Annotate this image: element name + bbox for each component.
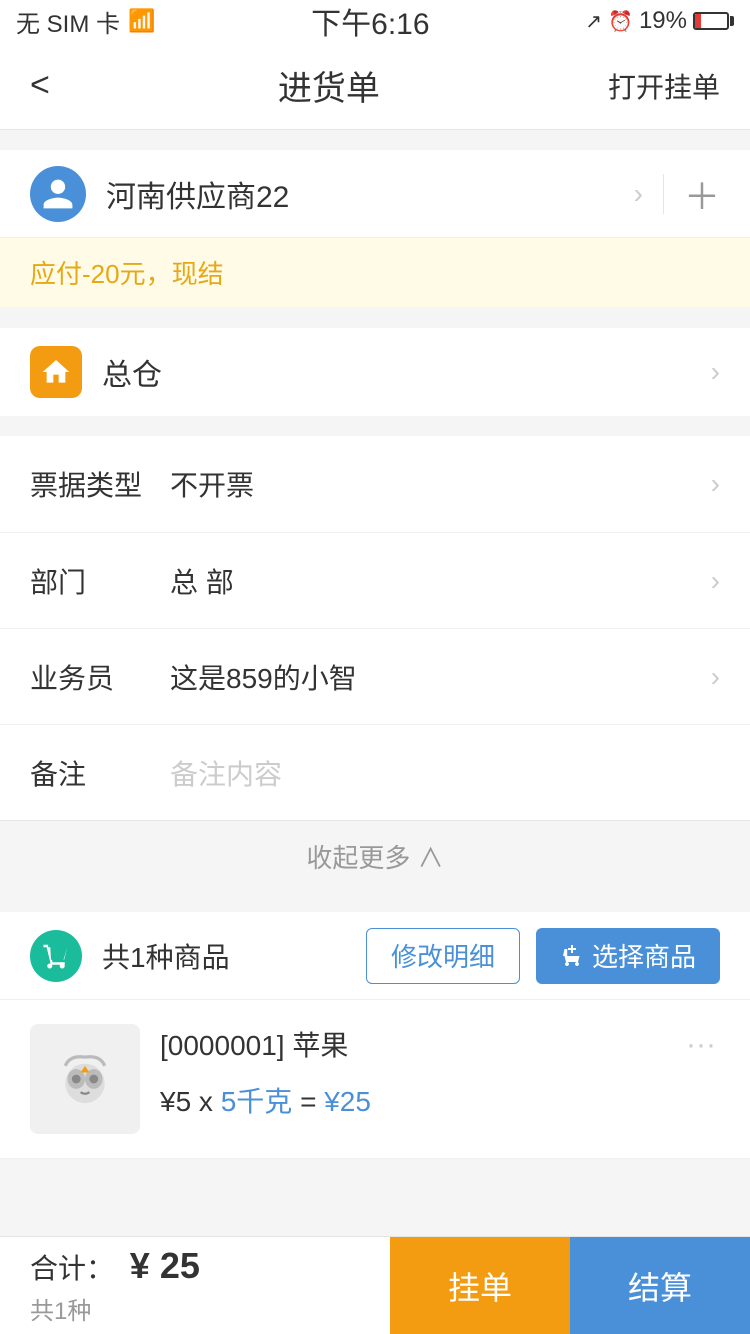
equals: = [300, 1086, 324, 1117]
supplier-chevron-icon: › [634, 178, 643, 210]
dept-row[interactable]: 部门 总 部 › [0, 532, 750, 628]
edit-detail-button[interactable]: 修改明细 [366, 928, 520, 984]
product-id: [0000001] [160, 1030, 292, 1061]
invoice-label: 票据类型 [30, 464, 150, 504]
open-hang-button[interactable]: 打开挂单 [608, 66, 720, 106]
product-thumbnail [30, 1024, 140, 1134]
product-info: [0000001] 苹果 ¥5 x 5千克 = ¥25 [160, 1024, 662, 1120]
products-header: 共1种商品 修改明细 选择商品 [0, 912, 750, 1000]
hang-button[interactable]: 挂单 [390, 1237, 570, 1334]
checkout-button[interactable]: 结算 [570, 1237, 750, 1334]
invoice-value: 不开票 [150, 464, 711, 504]
supplier-notice: 应付-20元，现结 [0, 238, 750, 308]
warehouse-card[interactable]: 总仓 › [0, 328, 750, 416]
main-content: 河南供应商22 › ＋ 应付-20元，现结 总仓 › 票据类型 不开票 › [0, 130, 750, 1257]
salesperson-row[interactable]: 业务员 这是859的小智 › [0, 628, 750, 724]
warehouse-icon [30, 346, 82, 398]
dept-label: 部门 [30, 561, 150, 601]
divider-top [0, 130, 750, 150]
product-title: 苹果 [292, 1030, 348, 1061]
cart-plus-icon [560, 944, 584, 968]
remark-input[interactable]: 备注内容 [150, 753, 720, 793]
footer-bar: 合计： ¥ 25 共1种 挂单 结算 [0, 1236, 750, 1334]
carrier-label: 无 SIM 卡 [16, 4, 120, 39]
invoice-chevron-icon: › [711, 468, 720, 500]
status-bar: 无 SIM 卡 📶 下午6:16 ↗ ⏰ 19% [0, 0, 750, 42]
divider-2 [0, 416, 750, 436]
dept-value: 总 部 [150, 561, 711, 601]
supplier-name: 河南供应商22 [106, 172, 634, 216]
product-name: [0000001] 苹果 [160, 1024, 662, 1064]
select-product-button[interactable]: 选择商品 [536, 928, 720, 984]
salesperson-value: 这是859的小智 [150, 657, 711, 697]
add-supplier-button[interactable]: ＋ [684, 168, 720, 220]
status-right: ↗ ⏰ 19% [585, 7, 734, 35]
unit-price: ¥5 x [160, 1086, 221, 1117]
shopping-icon [41, 941, 71, 971]
battery-percent: 19% [639, 7, 687, 35]
salesperson-chevron-icon: › [711, 661, 720, 693]
warehouse-name: 总仓 [102, 350, 711, 394]
form-card: 票据类型 不开票 › 部门 总 部 › 业务员 这是859的小智 › 备注 备注… [0, 436, 750, 820]
warehouse-chevron-icon: › [711, 356, 720, 388]
quantity: 5千克 [221, 1086, 293, 1117]
products-count: 共1种商品 [102, 936, 366, 976]
total-amount: ¥ 25 [130, 1245, 200, 1286]
vertical-divider [663, 174, 664, 214]
supplier-row[interactable]: 河南供应商22 › ＋ [0, 150, 750, 238]
product-owl-icon [50, 1044, 120, 1114]
back-button[interactable]: < [30, 66, 50, 105]
divider-1 [0, 308, 750, 328]
alarm-icon: ⏰ [608, 9, 633, 34]
battery-icon [693, 12, 734, 30]
person-icon [40, 176, 76, 212]
product-price-row: ¥5 x 5千克 = ¥25 [160, 1080, 662, 1120]
wifi-icon: 📶 [128, 8, 155, 34]
home-icon [40, 356, 72, 388]
page-title: 进货单 [278, 61, 380, 110]
status-left: 无 SIM 卡 📶 [16, 4, 155, 39]
product-more-button[interactable]: ··· [682, 1024, 720, 1066]
supplier-avatar [30, 166, 86, 222]
total-sub: 共1种 [30, 1291, 360, 1326]
product-item: [0000001] 苹果 ¥5 x 5千克 = ¥25 ··· [0, 1000, 750, 1159]
products-icon [30, 930, 82, 982]
location-icon: ↗ [585, 9, 602, 34]
status-time: 下午6:16 [311, 0, 429, 43]
footer-total: 合计： ¥ 25 共1种 [0, 1245, 390, 1326]
divider-3 [0, 892, 750, 912]
collapse-button[interactable]: 收起更多 ∧ [0, 820, 750, 892]
subtotal: ¥25 [324, 1086, 371, 1117]
invoice-row[interactable]: 票据类型 不开票 › [0, 436, 750, 532]
products-card: 共1种商品 修改明细 选择商品 [0, 912, 750, 1159]
dept-chevron-icon: › [711, 565, 720, 597]
nav-bar: < 进货单 打开挂单 [0, 42, 750, 130]
remark-row[interactable]: 备注 备注内容 [0, 724, 750, 820]
supplier-card: 河南供应商22 › ＋ 应付-20元，现结 [0, 150, 750, 308]
warehouse-row[interactable]: 总仓 › [0, 328, 750, 416]
total-label: 合计： [30, 1253, 114, 1284]
remark-label: 备注 [30, 753, 150, 793]
salesperson-label: 业务员 [30, 657, 150, 697]
